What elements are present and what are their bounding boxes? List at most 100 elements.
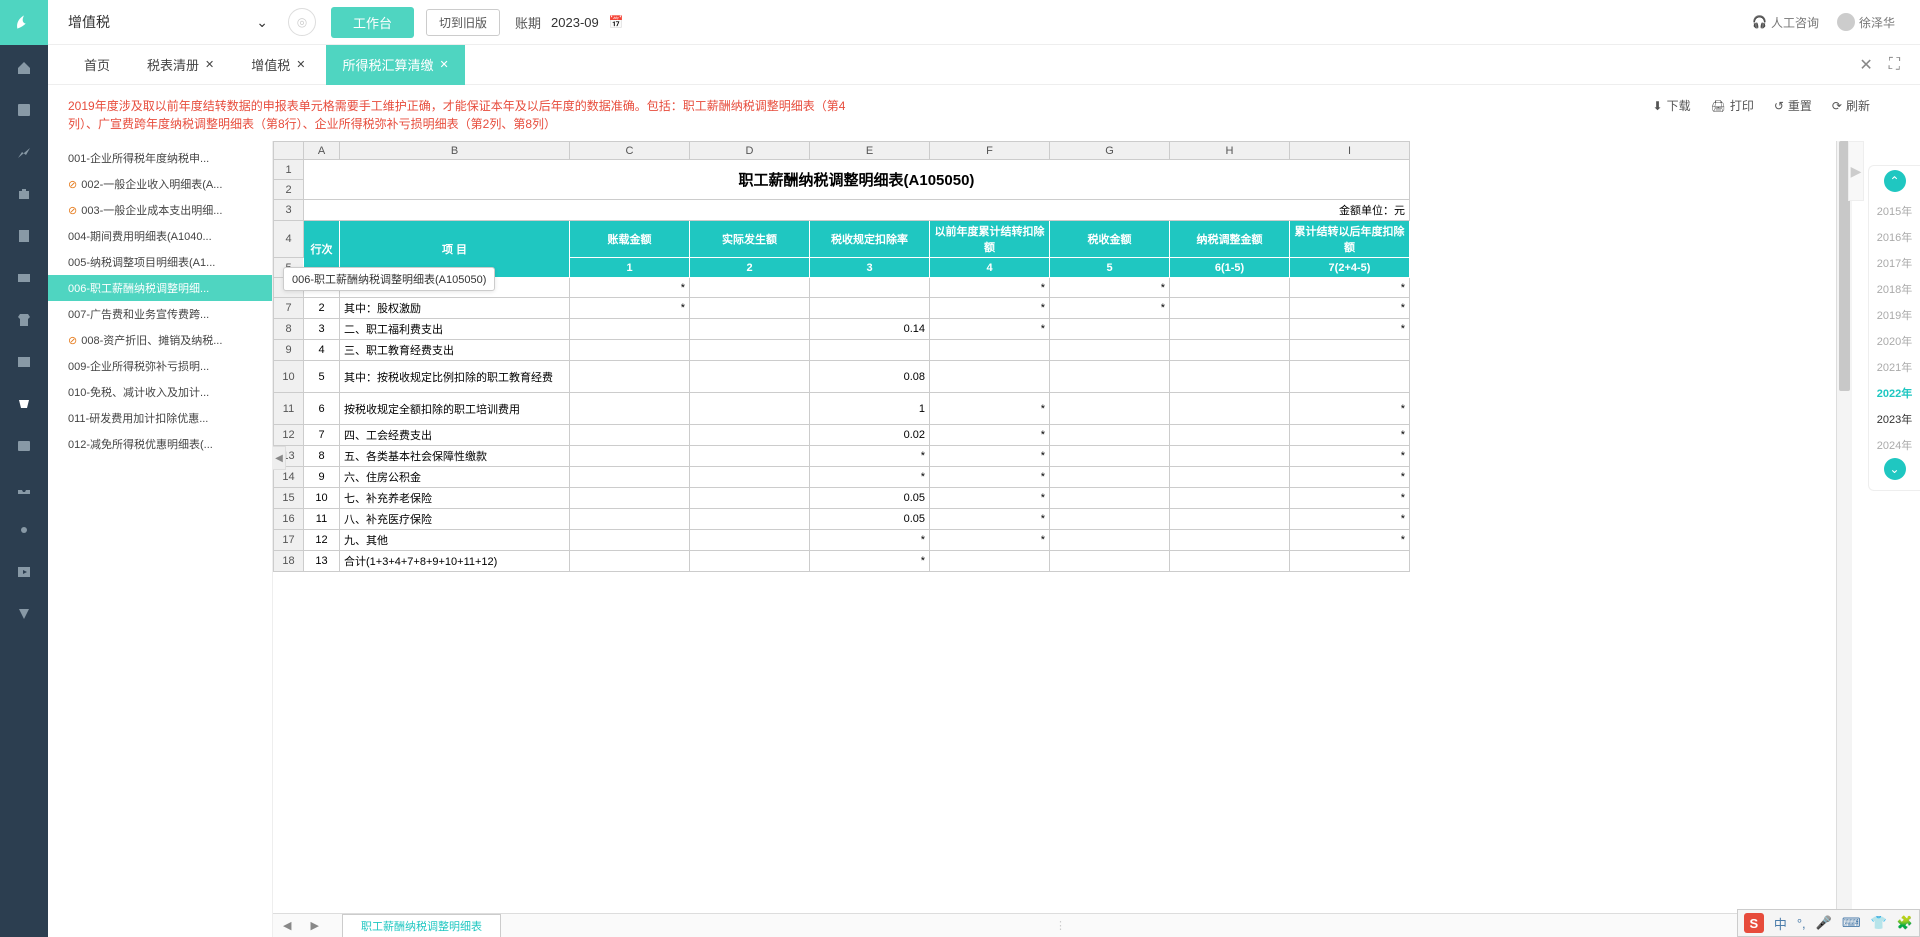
form-item-012[interactable]: 012-减免所得税优惠明细表(... xyxy=(48,431,272,457)
item-label-cell[interactable]: 合计(1+3+4+7+8+9+10+11+12) xyxy=(340,551,570,572)
form-item-007[interactable]: 007-广告费和业务宣传费跨... xyxy=(48,301,272,327)
col-header[interactable]: I xyxy=(1290,142,1410,160)
ime-skin-icon[interactable]: 👕 xyxy=(1871,915,1887,931)
tab-income-tax[interactable]: 所得税汇算清缴✕ xyxy=(326,45,464,85)
workbench-button[interactable]: 工作台 xyxy=(331,7,414,38)
year-item[interactable]: 2018年 xyxy=(1877,276,1912,302)
year-item[interactable]: 2019年 xyxy=(1877,302,1912,328)
item-label-cell[interactable]: 其中：按税收规定比例扣除的职工教育经费 xyxy=(340,361,570,393)
nav-play-icon[interactable] xyxy=(15,563,33,581)
row-header[interactable]: 7 xyxy=(274,298,304,319)
close-icon[interactable]: ✕ xyxy=(296,58,305,71)
ime-tool-icon[interactable]: 🧩 xyxy=(1897,915,1913,931)
year-item[interactable]: 2022年 xyxy=(1877,380,1912,406)
item-label-cell[interactable]: 六、住房公积金 xyxy=(340,467,570,488)
row-number-cell[interactable]: 5 xyxy=(304,361,340,393)
col-header[interactable]: E xyxy=(810,142,930,160)
row-number-cell[interactable]: 13 xyxy=(304,551,340,572)
data-cell[interactable]: 0.02 xyxy=(810,425,930,446)
tab-tax-list[interactable]: 税表清册✕ xyxy=(131,45,230,85)
data-cell[interactable] xyxy=(1050,530,1170,551)
close-icon[interactable]: ✕ xyxy=(205,58,214,71)
data-cell[interactable]: * xyxy=(930,509,1050,530)
row-number-cell[interactable]: 3 xyxy=(304,319,340,340)
data-cell[interactable] xyxy=(1170,319,1290,340)
row-number-cell[interactable]: 2 xyxy=(304,298,340,319)
nav-clipboard-icon[interactable] xyxy=(15,227,33,245)
form-item-009[interactable]: 009-企业所得税弥补亏损明... xyxy=(48,353,272,379)
data-cell[interactable] xyxy=(690,467,810,488)
period-selector[interactable]: 账期 2023-09 📅 xyxy=(515,13,624,32)
data-cell[interactable] xyxy=(690,551,810,572)
data-cell[interactable]: * xyxy=(1290,467,1410,488)
data-cell[interactable] xyxy=(1170,298,1290,319)
item-label-cell[interactable]: 其中：股权激励 xyxy=(340,298,570,319)
nav-book-icon[interactable] xyxy=(15,101,33,119)
tax-type-dropdown[interactable]: 增值税 ⌄ xyxy=(68,12,268,32)
item-label-cell[interactable]: 八、补充医疗保险 xyxy=(340,509,570,530)
data-cell[interactable] xyxy=(1050,425,1170,446)
data-cell[interactable]: * xyxy=(810,551,930,572)
data-cell[interactable] xyxy=(1170,551,1290,572)
sheet-tab[interactable]: 职工薪酬纳税调整明细表 xyxy=(342,914,501,937)
form-item-002[interactable]: ⊘002-一般企业收入明细表(A... xyxy=(48,171,272,197)
data-cell[interactable] xyxy=(930,340,1050,361)
data-cell[interactable] xyxy=(570,393,690,425)
item-label-cell[interactable]: 七、补充养老保险 xyxy=(340,488,570,509)
row-header[interactable]: 11 xyxy=(274,393,304,425)
data-cell[interactable] xyxy=(690,361,810,393)
form-item-008[interactable]: ⊘008-资产折旧、摊销及纳税... xyxy=(48,327,272,353)
tab-home[interactable]: 首页 xyxy=(68,45,126,85)
year-item[interactable]: 2016年 xyxy=(1877,224,1912,250)
row-number-cell[interactable]: 6 xyxy=(304,393,340,425)
item-label-cell[interactable]: 二、职工福利费支出 xyxy=(340,319,570,340)
row-number-cell[interactable]: 7 xyxy=(304,425,340,446)
row-header[interactable]: 9 xyxy=(274,340,304,361)
data-cell[interactable] xyxy=(570,530,690,551)
year-scroll-up[interactable]: ⌃ xyxy=(1884,170,1906,192)
ime-toolbar[interactable]: S 中 °, 🎤 ⌨ 👕 🧩 xyxy=(1737,909,1920,937)
form-item-006[interactable]: 006-职工薪酬纳税调整明细... xyxy=(48,275,272,301)
data-cell[interactable] xyxy=(690,319,810,340)
row-header[interactable]: 8 xyxy=(274,319,304,340)
data-cell[interactable]: * xyxy=(1290,298,1410,319)
data-cell[interactable] xyxy=(1050,509,1170,530)
data-cell[interactable] xyxy=(690,425,810,446)
year-item[interactable]: 2021年 xyxy=(1877,354,1912,380)
data-cell[interactable] xyxy=(1170,340,1290,361)
nav-home-icon[interactable] xyxy=(15,59,33,77)
col-header[interactable]: B xyxy=(340,142,570,160)
data-cell[interactable]: * xyxy=(1290,425,1410,446)
print-button[interactable]: 🖨打印 xyxy=(1711,97,1754,114)
nav-card-icon[interactable] xyxy=(15,269,33,287)
ime-mic-icon[interactable]: 🎤 xyxy=(1816,915,1832,931)
data-cell[interactable]: * xyxy=(810,467,930,488)
data-cell[interactable] xyxy=(1170,393,1290,425)
data-cell[interactable] xyxy=(1170,425,1290,446)
item-label-cell[interactable]: 按税收规定全额扣除的职工培训费用 xyxy=(340,393,570,425)
col-header[interactable]: C xyxy=(570,142,690,160)
data-cell[interactable]: * xyxy=(1290,509,1410,530)
nav-inbox-icon[interactable] xyxy=(15,479,33,497)
calendar-icon[interactable]: 📅 xyxy=(609,15,624,29)
tab-vat[interactable]: 增值税✕ xyxy=(235,45,321,85)
data-cell[interactable] xyxy=(1170,446,1290,467)
data-cell[interactable] xyxy=(1050,446,1170,467)
refresh-button[interactable]: ⟳刷新 xyxy=(1832,97,1870,114)
row-number-cell[interactable]: 10 xyxy=(304,488,340,509)
nav-archive-icon[interactable] xyxy=(15,437,33,455)
nav-chart-icon[interactable] xyxy=(15,143,33,161)
row-number-cell[interactable]: 11 xyxy=(304,509,340,530)
data-cell[interactable] xyxy=(1050,488,1170,509)
data-cell[interactable]: * xyxy=(1290,488,1410,509)
switch-old-button[interactable]: 切到旧版 xyxy=(426,9,500,36)
year-item[interactable]: 2024年 xyxy=(1877,432,1912,458)
data-cell[interactable]: * xyxy=(810,446,930,467)
data-cell[interactable]: * xyxy=(1290,319,1410,340)
data-cell[interactable] xyxy=(1050,319,1170,340)
col-header[interactable]: H xyxy=(1170,142,1290,160)
data-cell[interactable] xyxy=(1170,467,1290,488)
row-number-cell[interactable]: 8 xyxy=(304,446,340,467)
data-cell[interactable] xyxy=(1290,361,1410,393)
ime-lang[interactable]: 中 xyxy=(1774,914,1787,933)
